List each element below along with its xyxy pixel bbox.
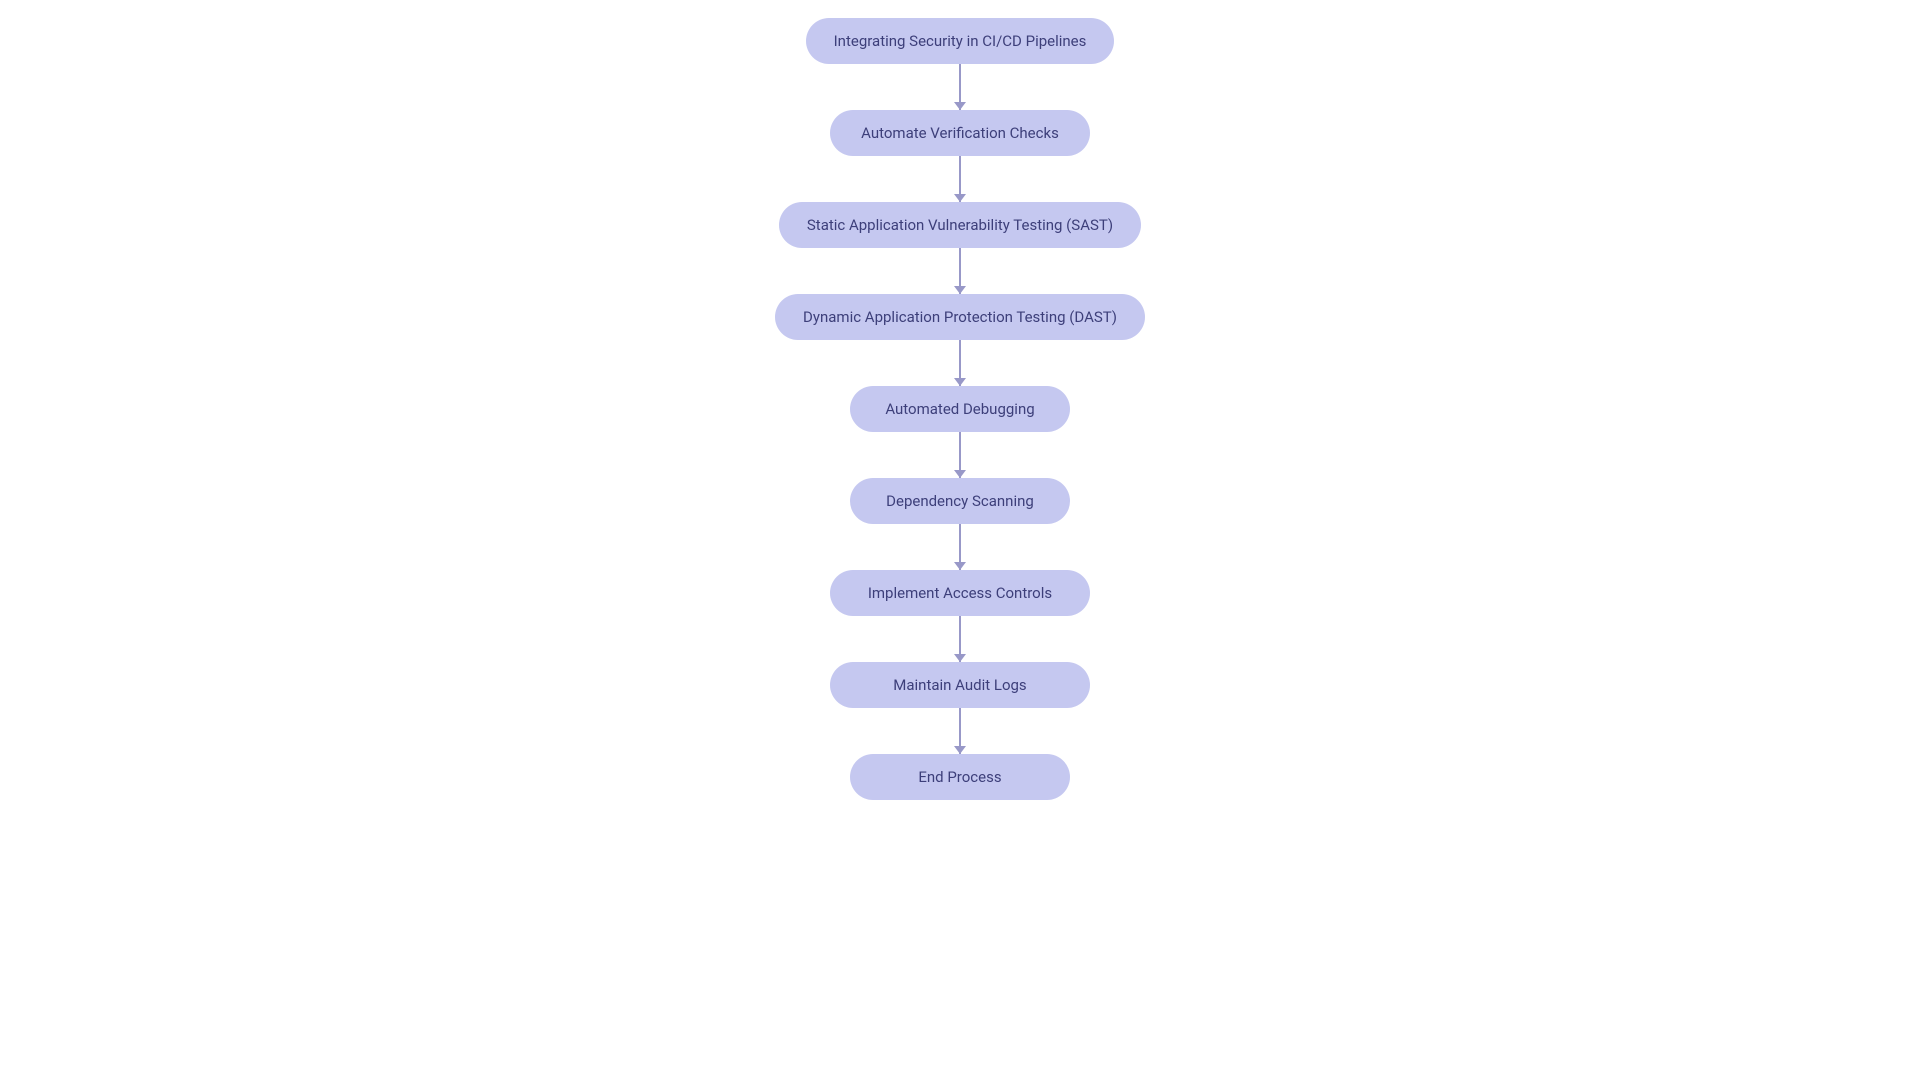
arrow-1	[959, 156, 961, 202]
node-access: Implement Access Controls	[830, 570, 1090, 616]
node-debugging: Automated Debugging	[850, 386, 1070, 432]
node-dast: Dynamic Application Protection Testing (…	[775, 294, 1145, 340]
arrow-2	[959, 248, 961, 294]
arrow-6	[959, 616, 961, 662]
node-audit: Maintain Audit Logs	[830, 662, 1090, 708]
arrow-5	[959, 524, 961, 570]
node-automate: Automate Verification Checks	[830, 110, 1090, 156]
node-sast: Static Application Vulnerability Testing…	[779, 202, 1141, 248]
arrow-4	[959, 432, 961, 478]
node-dependency: Dependency Scanning	[850, 478, 1070, 524]
arrow-3	[959, 340, 961, 386]
node-start: Integrating Security in CI/CD Pipelines	[806, 18, 1115, 64]
node-end: End Process	[850, 754, 1070, 800]
arrow-7	[959, 708, 961, 754]
flowchart: Integrating Security in CI/CD Pipelines …	[775, 0, 1145, 800]
arrow-0	[959, 64, 961, 110]
